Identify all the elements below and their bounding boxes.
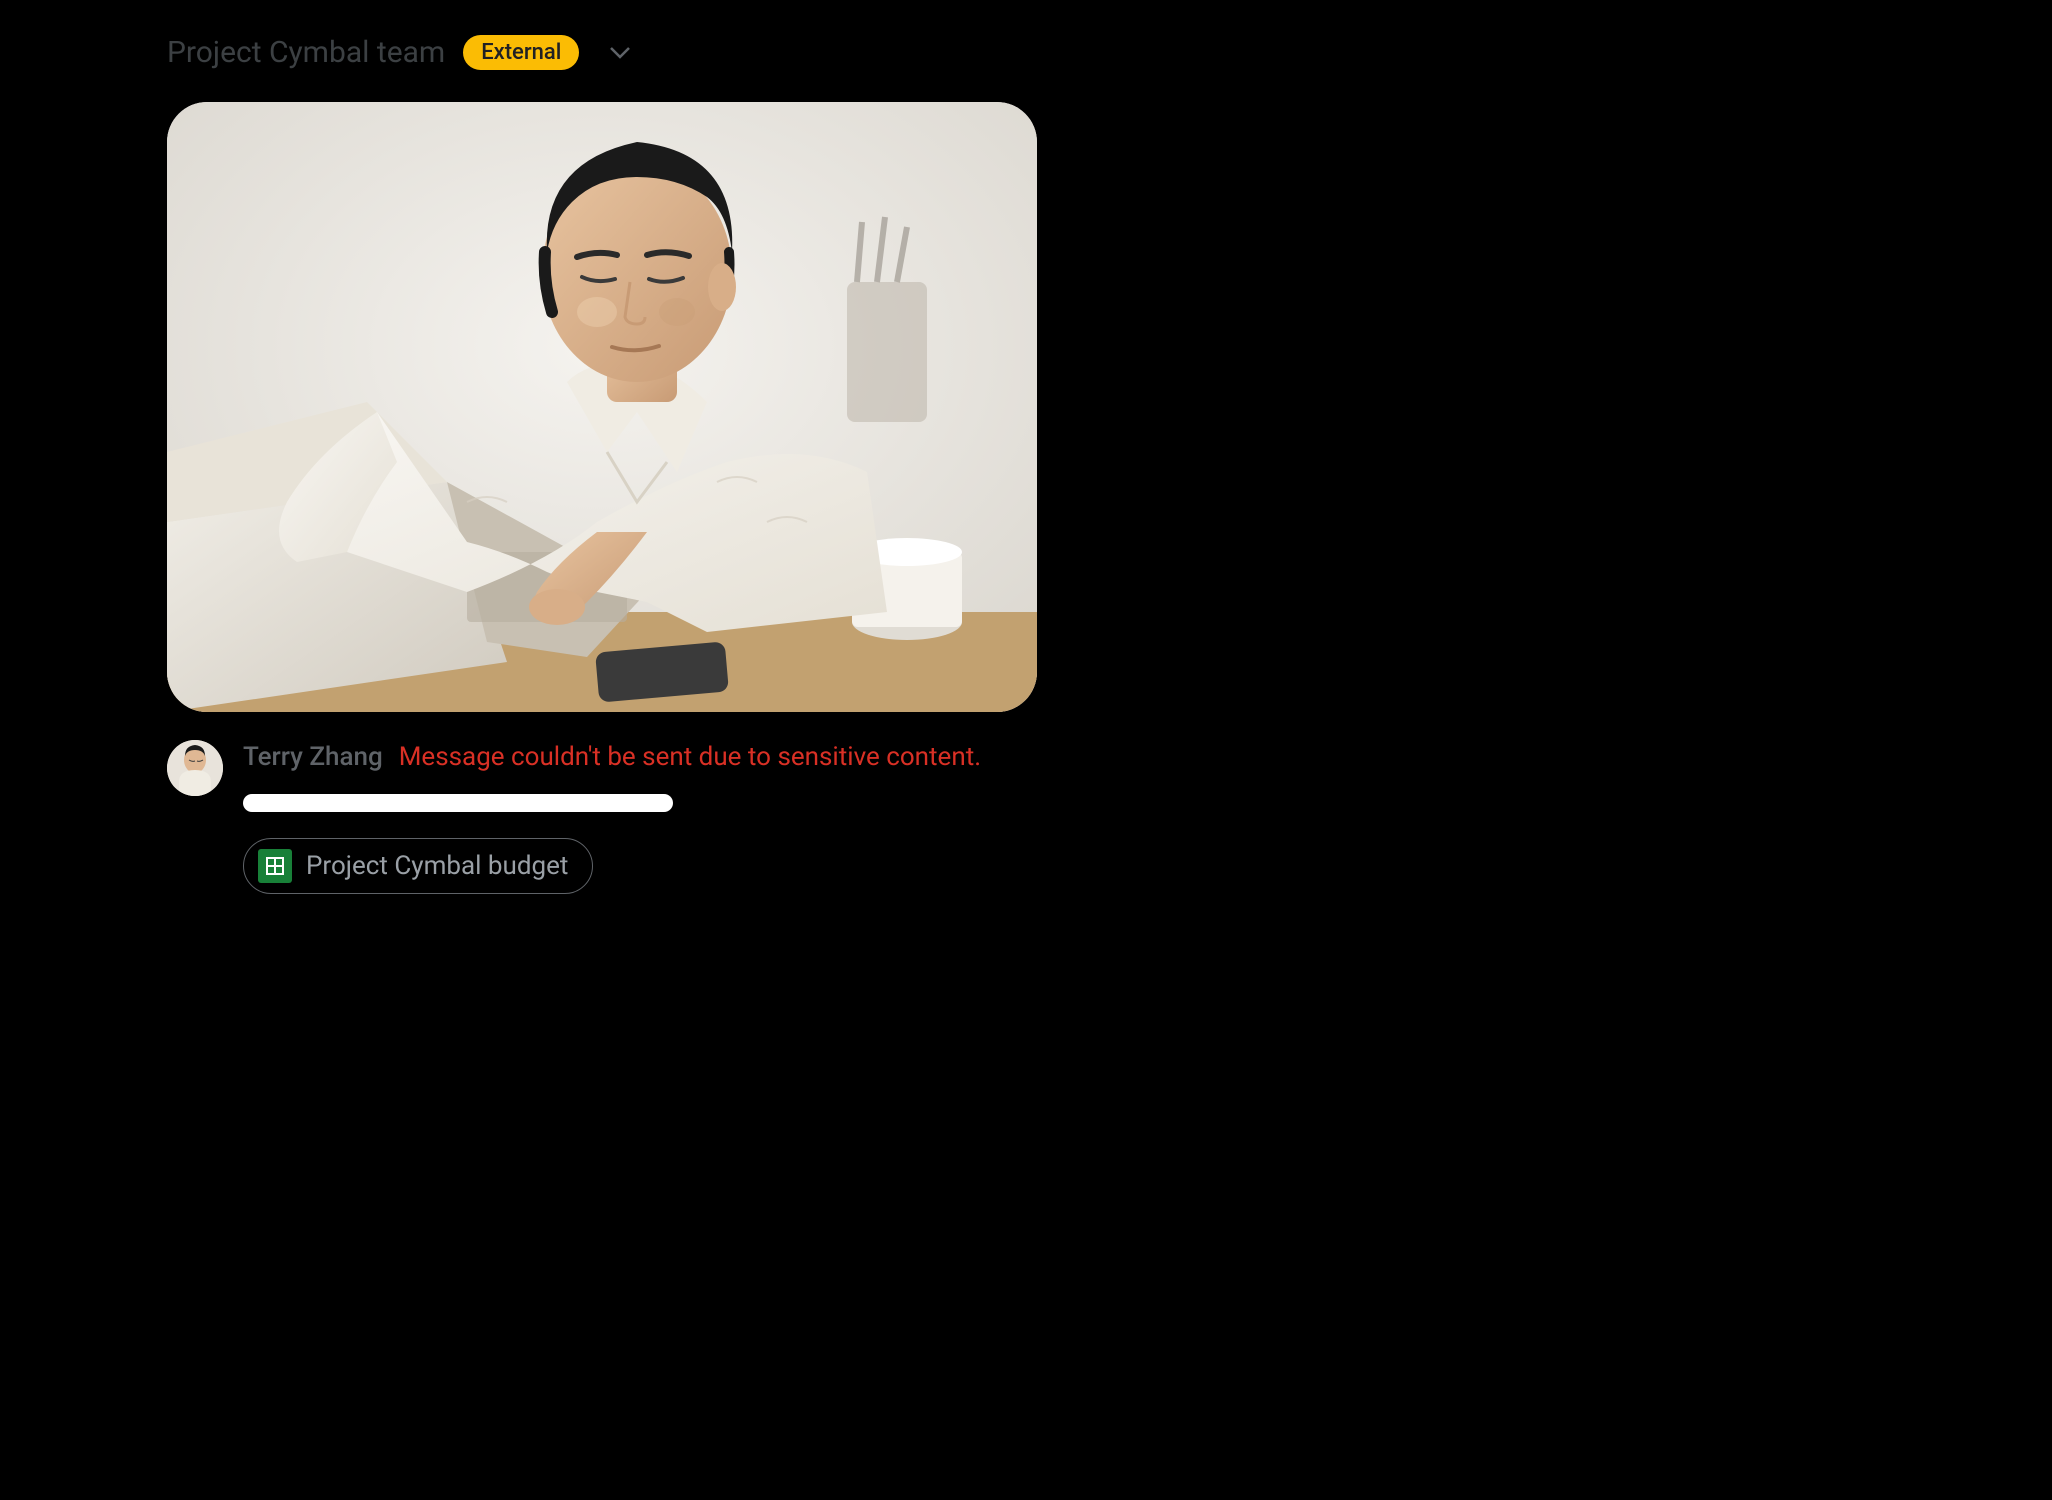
attachment-name: Project Cymbal budget	[306, 851, 568, 881]
message-header: Terry Zhang Message couldn't be sent due…	[243, 742, 981, 772]
sender-name: Terry Zhang	[243, 742, 383, 772]
team-name: Project Cymbal team	[167, 35, 445, 70]
message-row: Terry Zhang Message couldn't be sent due…	[167, 740, 981, 894]
redacted-message-bar	[243, 794, 673, 812]
message-content: Terry Zhang Message couldn't be sent due…	[243, 740, 981, 894]
external-badge: External	[463, 35, 579, 70]
avatar[interactable]	[167, 740, 223, 796]
dlp-error-text: Message couldn't be sent due to sensitiv…	[399, 742, 981, 772]
google-sheets-icon	[258, 849, 292, 883]
attachment-chip[interactable]: Project Cymbal budget	[243, 838, 593, 894]
hero-image	[167, 102, 1037, 712]
chat-header: Project Cymbal team External	[167, 35, 631, 70]
chevron-down-icon[interactable]	[609, 46, 631, 60]
